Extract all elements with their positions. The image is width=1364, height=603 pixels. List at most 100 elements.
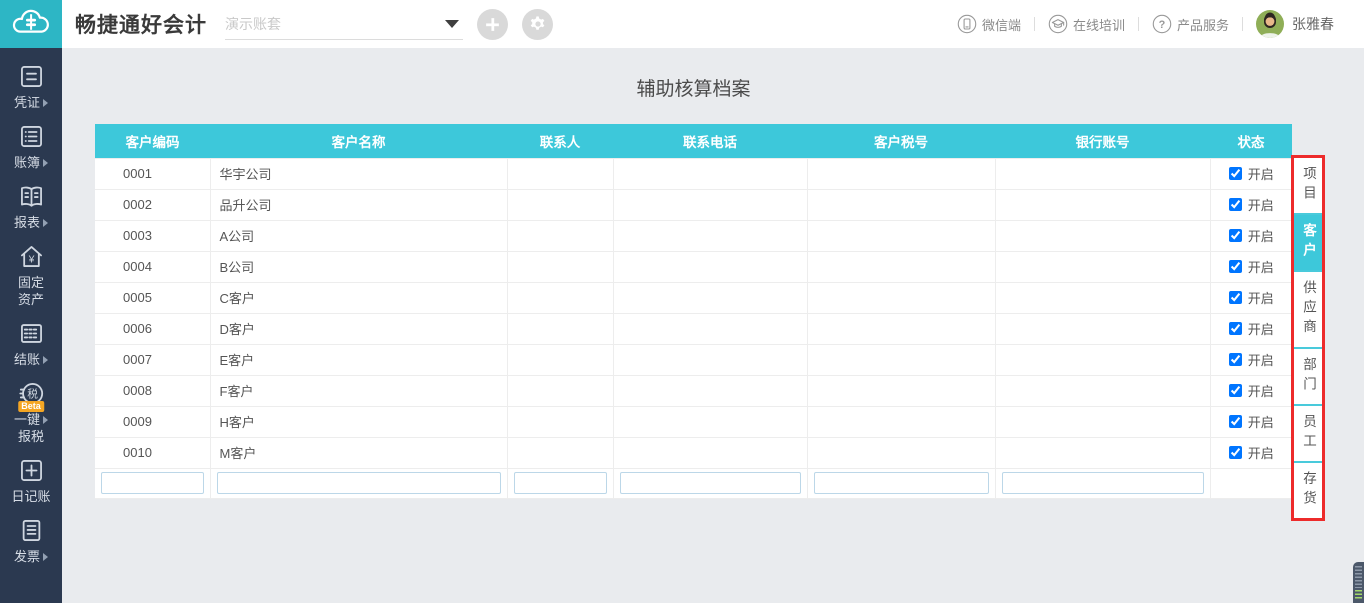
new-name-input[interactable]	[216, 472, 501, 494]
new-entry-cell-name	[209, 467, 508, 499]
sidebar-item-发票[interactable]: 发票	[0, 517, 62, 565]
nav-link-在线培训[interactable]: 在线培训	[1048, 14, 1125, 34]
table-row[interactable]: 0010 M客户 开启	[95, 436, 1292, 469]
cell-status: 开启	[1209, 312, 1292, 345]
sidebar-item-凭证[interactable]: 凭证	[0, 63, 62, 111]
table-row[interactable]: 0007 E客户 开启	[95, 343, 1292, 376]
tab-项目[interactable]: 项目	[1294, 158, 1322, 213]
settings-button[interactable]	[522, 8, 553, 40]
cell-status: 开启	[1209, 219, 1292, 252]
new-entry-cell-status	[1209, 467, 1292, 499]
sidebar-item-一键报税[interactable]: 税 Beta 一键 报税	[0, 380, 62, 445]
cell-status: 开启	[1209, 281, 1292, 314]
sidebar-nav: 凭证账簿报表 ¥ 固定 资产结账税 Beta 一键 报税日记账发票	[0, 48, 62, 603]
cell-name: A公司	[209, 219, 508, 252]
status-checkbox[interactable]	[1228, 322, 1242, 335]
help-icon: ?	[1152, 14, 1172, 34]
tab-员工[interactable]: 员工	[1294, 403, 1322, 461]
nav-link-微信端[interactable]: 微信端	[957, 14, 1021, 34]
cell-status: 开启	[1209, 436, 1292, 469]
tab-客户[interactable]: 客户	[1294, 213, 1322, 270]
cell-contact	[506, 436, 614, 469]
invoice-icon	[18, 517, 45, 544]
column-header-银行账号: 银行账号	[995, 124, 1210, 158]
cell-status: 开启	[1209, 374, 1292, 407]
status-label: 开启	[1247, 384, 1274, 399]
new-entry-cell-contact	[506, 467, 614, 499]
cell-contact	[506, 157, 614, 190]
cell-bank	[994, 250, 1211, 283]
table-row[interactable]: 0005 C客户 开启	[95, 281, 1292, 314]
status-checkbox[interactable]	[1228, 198, 1242, 211]
status-checkbox[interactable]	[1228, 291, 1242, 304]
mobile-icon	[957, 14, 977, 34]
add-button[interactable]	[477, 8, 508, 40]
user-menu[interactable]: 张雅春	[1256, 10, 1334, 38]
cell-code: 0009	[95, 405, 211, 438]
app-title: 畅捷通好会计	[75, 14, 207, 37]
cell-name: B公司	[209, 250, 508, 283]
cloud-logo-icon	[9, 5, 53, 44]
new-tax_no-input[interactable]	[813, 472, 989, 494]
tab-部门[interactable]: 部门	[1294, 346, 1322, 404]
table-row[interactable]: 0003 A公司 开启	[95, 219, 1292, 252]
app-logo[interactable]	[0, 0, 62, 48]
status-checkbox[interactable]	[1228, 353, 1242, 366]
status-checkbox[interactable]	[1228, 260, 1242, 273]
cell-contact	[506, 312, 614, 345]
cell-phone	[612, 374, 808, 407]
new-entry-cell-tax_no	[806, 467, 996, 499]
nav-link-产品服务[interactable]: ? 产品服务	[1152, 14, 1229, 34]
status-label: 开启	[1247, 322, 1274, 337]
sidebar-item-账簿[interactable]: 账簿	[0, 123, 62, 171]
top-right-nav: 微信端 在线培训 ? 产品服务 张雅春	[957, 10, 1334, 38]
chevron-right-icon	[43, 415, 48, 424]
status-checkbox[interactable]	[1228, 229, 1242, 242]
column-header-联系电话: 联系电话	[613, 124, 807, 158]
cell-status: 开启	[1209, 188, 1292, 221]
sidebar-item-固定资产[interactable]: ¥ 固定 资产	[0, 243, 62, 308]
customer-archive-table-wrap: 客户编码 客户名称 联系人 联系电话 客户税号 银行账号 状态 0001 华宇公司 开启 0002…	[95, 124, 1292, 499]
tab-供应商[interactable]: 供应商	[1294, 270, 1322, 347]
scrollbar-grip-lines	[1355, 566, 1362, 588]
cell-tax_no	[806, 219, 996, 252]
cell-phone	[612, 157, 808, 190]
cell-code: 0001	[95, 157, 211, 190]
chevron-right-icon	[43, 98, 48, 107]
cell-name: H客户	[209, 405, 508, 438]
cell-name: C客户	[209, 281, 508, 314]
sidebar-item-label: 一键	[14, 411, 48, 428]
cell-contact	[506, 188, 614, 221]
status-checkbox[interactable]	[1228, 167, 1242, 180]
customer-archive-table: 客户编码 客户名称 联系人 联系电话 客户税号 银行账号 状态 0001 华宇公司 开启 0002…	[95, 124, 1292, 499]
new-contact-input[interactable]	[513, 472, 607, 494]
status-checkbox[interactable]	[1228, 384, 1242, 397]
table-row[interactable]: 0004 B公司 开启	[95, 250, 1292, 283]
new-code-input[interactable]	[101, 472, 204, 494]
scrollbar-thumb[interactable]	[1353, 562, 1364, 603]
cell-tax_no	[806, 436, 996, 469]
cell-bank	[994, 188, 1211, 221]
cell-tax_no	[806, 250, 996, 283]
svg-text:¥: ¥	[27, 255, 34, 266]
sidebar-item-报表[interactable]: 报表	[0, 183, 62, 231]
sidebar-item-日记账[interactable]: 日记账	[0, 457, 62, 505]
table-row[interactable]: 0001 华宇公司 开启	[95, 157, 1292, 190]
tab-存货[interactable]: 存货	[1294, 460, 1322, 518]
table-row[interactable]: 0006 D客户 开启	[95, 312, 1292, 345]
status-checkbox[interactable]	[1228, 415, 1242, 428]
table-row[interactable]: 0002 品升公司 开启	[95, 188, 1292, 221]
cell-contact	[506, 250, 614, 283]
cell-contact	[506, 405, 614, 438]
table-row[interactable]: 0008 F客户 开启	[95, 374, 1292, 407]
status-checkbox[interactable]	[1228, 446, 1242, 459]
divider	[1242, 17, 1243, 31]
table-row[interactable]: 0009 H客户 开启	[95, 405, 1292, 438]
beta-badge: Beta	[18, 401, 44, 412]
sidebar-item-结账[interactable]: 结账	[0, 320, 62, 368]
account-set-selector[interactable]: 演示账套	[225, 8, 463, 40]
sidebar-item-label: 账簿	[14, 154, 48, 171]
status-label: 开启	[1247, 260, 1274, 275]
new-bank-input[interactable]	[1001, 472, 1204, 494]
new-phone-input[interactable]	[619, 472, 801, 494]
